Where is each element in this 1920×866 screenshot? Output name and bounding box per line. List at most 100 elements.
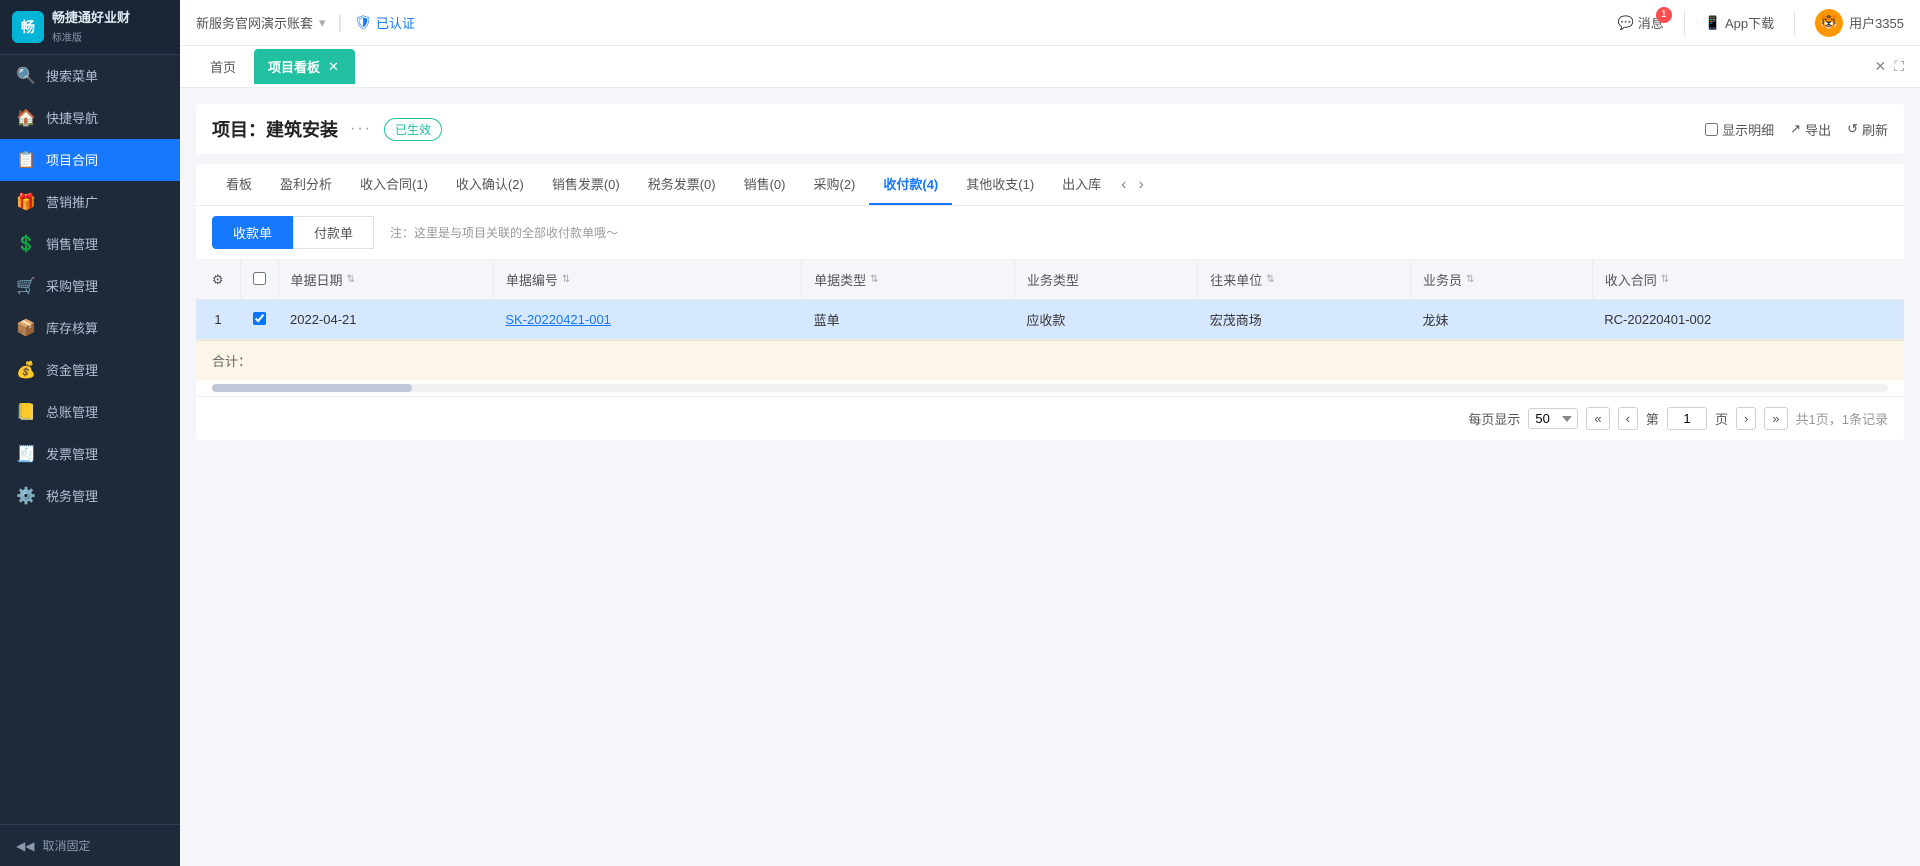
sub-nav-prev-arrow[interactable]: ‹ [1115, 168, 1132, 202]
first-page-button[interactable]: « [1586, 407, 1609, 430]
maximize-icon[interactable]: ⛶ [1894, 58, 1904, 75]
messages-button[interactable]: 💬 消息 1 [1618, 13, 1664, 32]
user-label: 用户3355 [1849, 13, 1904, 32]
th-date[interactable]: 单据日期 ⇅ [278, 260, 493, 300]
ledger-icon: 📒 [16, 402, 36, 422]
sales-icon: 💲 [16, 234, 36, 254]
topbar-project[interactable]: 新服务官网演示账套 ▾ [196, 13, 326, 32]
sidebar-item-search[interactable]: 🔍 搜索菜单 [0, 55, 180, 97]
sub-nav-kanban[interactable]: 看板 [212, 164, 266, 205]
tab-close-button[interactable]: ✕ [326, 59, 341, 75]
tab-kanban[interactable]: 项目看板 ✕ [254, 49, 355, 84]
purchase-icon: 🛒 [16, 276, 36, 296]
th-salesperson[interactable]: 业务员 ⇅ [1410, 260, 1592, 300]
sub-nav-other-income[interactable]: 其他收支(1) [952, 164, 1048, 205]
sub-nav-container: 看板 盈利分析 收入合同(1) 收入确认(2) 销售发票(0) 税务发票(0) [196, 164, 1904, 440]
sidebar-header: 畅 畅捷通好业财 标准版 [0, 0, 180, 55]
cell-checkbox[interactable] [240, 300, 278, 340]
page-content: 项目：建筑安装 ··· 已生效 显示明细 ↗ 导出 ↺ 刷新 [180, 88, 1920, 866]
table-row[interactable]: 1 2022-04-21 SK-20220421-001 [196, 300, 1904, 340]
refresh-button[interactable]: ↺ 刷新 [1847, 120, 1888, 139]
page-size-select[interactable]: 50 20 100 [1528, 408, 1578, 429]
app-download-button[interactable]: 📱 App下载 [1705, 13, 1774, 32]
avatar: 🐯 [1815, 9, 1843, 37]
cell-number[interactable]: SK-20220421-001 [493, 300, 801, 340]
settings-icon[interactable]: ⚙ [212, 272, 224, 287]
topbar: 新服务官网演示账套 ▾ | 🛡 已认证 💬 消息 1 📱 App下载 🐯 用户3… [180, 0, 1920, 46]
show-detail-label: 显示明细 [1722, 120, 1774, 139]
topbar-sep2 [1794, 11, 1795, 35]
show-detail-checkbox[interactable]: 显示明细 [1705, 120, 1774, 139]
sub-nav-sales[interactable]: 销售(0) [730, 164, 800, 205]
refresh-icon: ↺ [1847, 121, 1858, 137]
summary-label: 合计： [212, 354, 251, 369]
doc-number-link[interactable]: SK-20220421-001 [505, 312, 611, 327]
prev-page-button[interactable]: ‹ [1618, 407, 1638, 430]
pagination: 每页显示 50 20 100 « ‹ 第 页 › » 共1页，1条记录 [196, 396, 1904, 440]
scrollbar-track[interactable] [212, 384, 1888, 392]
sub-nav-income-contract[interactable]: 收入合同(1) [346, 164, 442, 205]
sub-nav-profit[interactable]: 盈利分析 [266, 164, 346, 205]
tab-home-label: 首页 [210, 57, 236, 76]
tabbar: 首页 项目看板 ✕ ✕ ⛶ [180, 46, 1920, 88]
payment-toggle-button[interactable]: 付款单 [293, 216, 374, 249]
user-button[interactable]: 🐯 用户3355 [1815, 9, 1904, 37]
sub-nav-next-arrow[interactable]: › [1133, 168, 1150, 202]
th-income-contract[interactable]: 收入合同 ⇅ [1592, 260, 1904, 300]
sub-nav-tax-invoice[interactable]: 税务发票(0) [634, 164, 730, 205]
next-page-button[interactable]: › [1736, 407, 1756, 430]
th-type[interactable]: 单据类型 ⇅ [802, 260, 1015, 300]
export-button[interactable]: ↗ 导出 [1790, 120, 1831, 139]
page-number-input[interactable] [1667, 407, 1707, 430]
th-partner[interactable]: 往来单位 ⇅ [1198, 260, 1411, 300]
receipt-toggle-button[interactable]: 收款单 [212, 216, 293, 249]
gift-icon: 🎁 [16, 192, 36, 212]
sub-nav-purchase[interactable]: 采购(2) [799, 164, 869, 205]
sidebar-item-inventory[interactable]: 📦 库存核算 [0, 307, 180, 349]
sidebar-item-contract[interactable]: 📋 项目合同 [0, 139, 180, 181]
sort-contract-icon: ⇅ [1661, 274, 1669, 285]
per-page-label: 每页显示 [1468, 409, 1520, 428]
last-page-button[interactable]: » [1764, 407, 1787, 430]
cell-biz-type: 应收款 [1014, 300, 1197, 340]
search-icon: 🔍 [16, 66, 36, 86]
tab-home[interactable]: 首页 [196, 49, 250, 84]
sidebar-item-tax[interactable]: ⚙️ 税务管理 [0, 475, 180, 517]
th-settings[interactable]: ⚙ [196, 260, 240, 300]
tab-kanban-label: 项目看板 [268, 57, 320, 76]
page-suffix: 页 [1715, 409, 1728, 428]
sidebar-item-marketing[interactable]: 🎁 营销推广 [0, 181, 180, 223]
sidebar-item-label: 项目合同 [46, 150, 98, 169]
sub-nav-sales-invoice[interactable]: 销售发票(0) [538, 164, 634, 205]
row-checkbox[interactable] [253, 312, 266, 325]
sidebar-item-capital[interactable]: 💰 资金管理 [0, 349, 180, 391]
invoice-icon: 🧾 [16, 444, 36, 464]
sidebar-item-label: 搜索菜单 [46, 66, 98, 85]
show-detail-input[interactable] [1705, 123, 1718, 136]
sidebar-item-sales[interactable]: 💲 销售管理 [0, 223, 180, 265]
sort-salesperson-icon: ⇅ [1466, 274, 1474, 285]
sub-nav-income-confirm[interactable]: 收入确认(2) [442, 164, 538, 205]
sidebar-item-ledger[interactable]: 📒 总账管理 [0, 391, 180, 433]
sub-nav-warehouse[interactable]: 出入库 [1048, 164, 1115, 205]
sidebar-item-invoice[interactable]: 🧾 发票管理 [0, 433, 180, 475]
sort-date-icon: ⇅ [347, 274, 355, 285]
phone-icon: 📱 [1705, 15, 1721, 31]
project-more-button[interactable]: ··· [350, 120, 372, 138]
app-logo: 畅 [12, 11, 44, 43]
th-checkbox[interactable] [240, 260, 278, 300]
th-number[interactable]: 单据编号 ⇅ [493, 260, 801, 300]
sidebar-item-label: 资金管理 [46, 360, 98, 379]
cell-salesperson: 龙妹 [1410, 300, 1592, 340]
sub-nav-receipt[interactable]: 收付款(4) [869, 164, 952, 205]
sidebar: 畅 畅捷通好业财 标准版 🔍 搜索菜单 🏠 快捷导航 📋 项目合同 🎁 营销推广… [0, 0, 180, 866]
unpin-icon: ◀◀ [16, 839, 34, 853]
sidebar-item-label: 库存核算 [46, 318, 98, 337]
close-icon[interactable]: ✕ [1874, 58, 1886, 75]
sidebar-item-purchase[interactable]: 🛒 采购管理 [0, 265, 180, 307]
sidebar-unpin[interactable]: ◀◀ 取消固定 [0, 824, 180, 866]
content-area: ⚙ 单据日期 ⇅ [196, 260, 1904, 440]
sidebar-item-quick[interactable]: 🏠 快捷导航 [0, 97, 180, 139]
scrollbar-thumb[interactable] [212, 384, 412, 392]
select-all-checkbox[interactable] [253, 272, 266, 285]
